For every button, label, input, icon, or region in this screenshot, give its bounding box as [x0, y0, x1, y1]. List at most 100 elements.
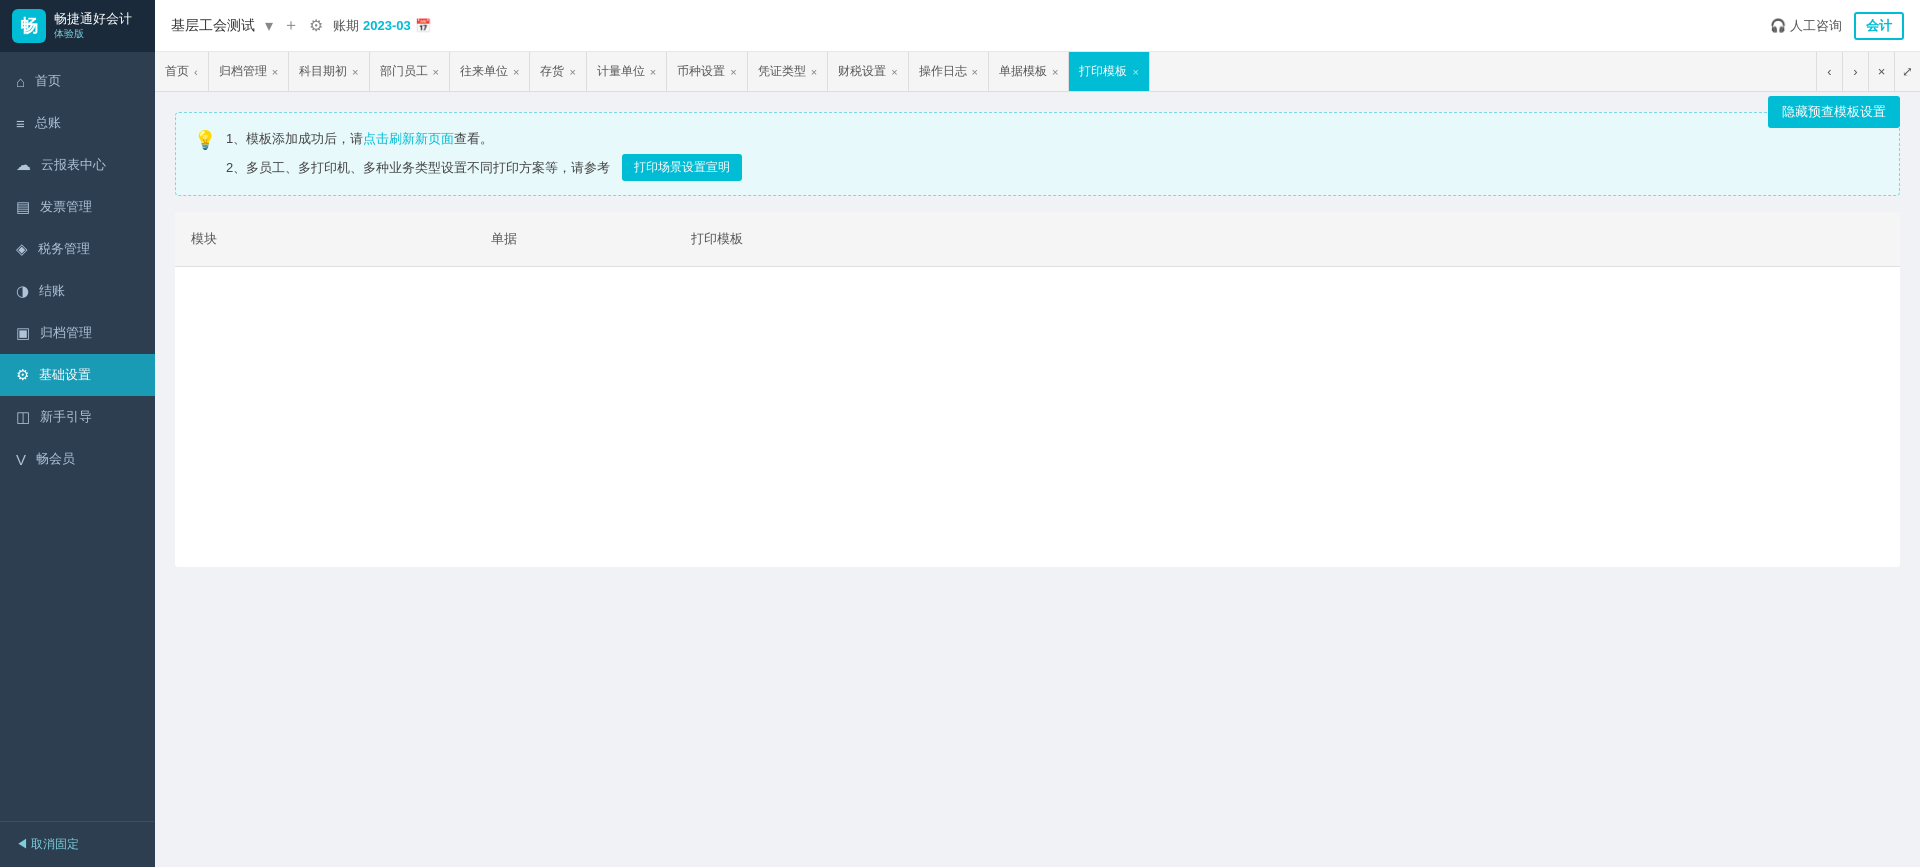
headset-icon: 🎧	[1770, 18, 1786, 33]
sidebar-item-tax[interactable]: ◈ 税务管理	[0, 228, 155, 270]
settings-gear-icon[interactable]: ⚙	[309, 16, 323, 35]
sidebar-item-guide[interactable]: ◫ 新手引导	[0, 396, 155, 438]
main-area: 基层工会测试 ▾ ＋ ⚙ 账期 2023-03 📅 🎧 人工咨询 会计 首页 ‹…	[155, 0, 1920, 867]
tab-dept-close[interactable]: ×	[433, 66, 439, 78]
tab-voucher-close[interactable]: ×	[811, 66, 817, 78]
sidebar-item-ledger[interactable]: ≡ 总账	[0, 102, 155, 144]
tab-partner-close[interactable]: ×	[513, 66, 519, 78]
account-button[interactable]: 会计	[1854, 12, 1904, 40]
tab-archive[interactable]: 归档管理 ×	[209, 52, 289, 92]
tab-nav-buttons: ‹ › × ⤢	[1816, 52, 1920, 92]
tab-archive-close[interactable]: ×	[272, 66, 278, 78]
tab-tax-settings[interactable]: 财税设置 ×	[828, 52, 908, 92]
logo-name: 畅捷通好会计	[54, 11, 132, 28]
refresh-link[interactable]: 点击刷新新页面	[363, 131, 454, 146]
sidebar-item-settings[interactable]: ⚙ 基础设置	[0, 354, 155, 396]
sidebar-item-label: 基础设置	[39, 366, 91, 384]
sidebar-item-label: 新手引导	[40, 408, 92, 426]
tab-unit[interactable]: 计量单位 ×	[587, 52, 667, 92]
sidebar-item-label: 云报表中心	[41, 156, 106, 174]
top-bar-right: 🎧 人工咨询 会计	[1770, 12, 1904, 40]
tab-inventory-close[interactable]: ×	[569, 66, 575, 78]
template-table: 模块 单据 打印模板	[175, 212, 1900, 567]
sidebar-item-label: 总账	[35, 114, 61, 132]
sidebar-nav: ⌂ 首页 ≡ 总账 ☁ 云报表中心 ▤ 发票管理 ◈ 税务管理 ◑ 结账 ▣ 归…	[0, 52, 155, 821]
tab-voucher-type[interactable]: 凭证类型 ×	[748, 52, 828, 92]
info-box: 💡 1、模板添加成功后，请点击刷新新页面查看。 2、多员工、多打印机、多种业务类…	[175, 112, 1900, 196]
cloud-icon: ☁	[16, 156, 31, 174]
support-button[interactable]: 🎧 人工咨询	[1770, 17, 1842, 35]
tab-home-nav[interactable]: ‹	[194, 66, 198, 78]
settings-icon: ⚙	[16, 366, 29, 384]
home-icon: ⌂	[16, 73, 25, 90]
col-template: 打印模板	[675, 222, 1900, 256]
invoice-icon: ▤	[16, 198, 30, 216]
print-scene-button[interactable]: 打印场景设置宣明	[622, 154, 742, 181]
sidebar-item-archive[interactable]: ▣ 归档管理	[0, 312, 155, 354]
period-value: 2023-03	[363, 18, 411, 33]
tab-log-close[interactable]: ×	[972, 66, 978, 78]
tab-subjects-close[interactable]: ×	[352, 66, 358, 78]
tab-tax-close[interactable]: ×	[891, 66, 897, 78]
sidebar-item-invoice[interactable]: ▤ 发票管理	[0, 186, 155, 228]
top-bar: 基层工会测试 ▾ ＋ ⚙ 账期 2023-03 📅 🎧 人工咨询 会计	[155, 0, 1920, 52]
tab-subjects[interactable]: 科目期初 ×	[289, 52, 369, 92]
company-dropdown[interactable]: ▾	[265, 16, 273, 35]
hide-preview-settings-button[interactable]: 隐藏预查模板设置	[1768, 96, 1900, 128]
sidebar-item-label: 畅会员	[36, 450, 75, 468]
bulb-icon: 💡	[194, 129, 216, 151]
sidebar: 畅 畅捷通好会计 体验版 ⌂ 首页 ≡ 总账 ☁ 云报表中心 ▤ 发票管理 ◈ …	[0, 0, 155, 867]
sidebar-item-label: 发票管理	[40, 198, 92, 216]
sidebar-item-label: 首页	[35, 72, 61, 90]
sidebar-item-home[interactable]: ⌂ 首页	[0, 60, 155, 102]
tab-dept[interactable]: 部门员工 ×	[370, 52, 450, 92]
top-bar-left: 基层工会测试 ▾ ＋ ⚙ 账期 2023-03 📅	[171, 15, 431, 36]
tab-close-all-button[interactable]: ×	[1868, 52, 1894, 92]
template-settings-area: 隐藏预查模板设置	[1760, 92, 1900, 128]
period-label: 账期	[333, 17, 359, 35]
tab-single-template[interactable]: 单据模板 ×	[989, 52, 1069, 92]
tab-home[interactable]: 首页 ‹	[155, 52, 209, 92]
guide-icon: ◫	[16, 408, 30, 426]
tab-inventory[interactable]: 存货 ×	[530, 52, 586, 92]
tab-operation-log[interactable]: 操作日志 ×	[909, 52, 989, 92]
member-icon: V	[16, 451, 26, 468]
sidebar-item-settlement[interactable]: ◑ 结账	[0, 270, 155, 312]
tax-icon: ◈	[16, 240, 28, 258]
sidebar-item-label: 结账	[39, 282, 65, 300]
calendar-icon[interactable]: 📅	[415, 18, 431, 33]
info-text-block: 1、模板添加成功后，请点击刷新新页面查看。 2、多员工、多打印机、多种业务类型设…	[226, 127, 742, 181]
archive-icon: ▣	[16, 324, 30, 342]
sidebar-item-member[interactable]: V 畅会员	[0, 438, 155, 480]
tab-fullscreen-button[interactable]: ⤢	[1894, 52, 1920, 92]
add-button[interactable]: ＋	[283, 15, 299, 36]
sidebar-item-label: 归档管理	[40, 324, 92, 342]
content-area: 隐藏预查模板设置 💡 1、模板添加成功后，请点击刷新新页面查看。 2、多员工、多…	[155, 92, 1920, 867]
info-line-2: 2、多员工、多打印机、多种业务类型设置不同打印方案等，请参考 打印场景设置宣明	[226, 154, 742, 181]
period-badge: 账期 2023-03 📅	[333, 17, 431, 35]
tab-print-template[interactable]: 打印模板 ×	[1069, 52, 1149, 92]
col-module: 模块	[175, 222, 475, 256]
tab-single-close[interactable]: ×	[1052, 66, 1058, 78]
tab-unit-close[interactable]: ×	[650, 66, 656, 78]
sidebar-item-label: 税务管理	[38, 240, 90, 258]
settlement-icon: ◑	[16, 282, 29, 300]
tab-print-close[interactable]: ×	[1132, 66, 1138, 78]
tab-currency[interactable]: 币种设置 ×	[667, 52, 747, 92]
tab-prev-button[interactable]: ‹	[1816, 52, 1842, 92]
logo-sub: 体验版	[54, 27, 132, 41]
sidebar-item-reports[interactable]: ☁ 云报表中心	[0, 144, 155, 186]
tab-currency-close[interactable]: ×	[730, 66, 736, 78]
tab-bar: 首页 ‹ 归档管理 × 科目期初 × 部门员工 × 往来单位 × 存货 × 计量…	[155, 52, 1920, 92]
table-header: 模块 单据 打印模板	[175, 212, 1900, 267]
company-name: 基层工会测试	[171, 17, 255, 35]
sidebar-unpin[interactable]: ◀ 取消固定	[0, 821, 155, 867]
sidebar-logo: 畅 畅捷通好会计 体验版	[0, 0, 155, 52]
tab-partner[interactable]: 往来单位 ×	[450, 52, 530, 92]
tab-next-button[interactable]: ›	[1842, 52, 1868, 92]
logo-icon: 畅	[12, 9, 46, 43]
col-doc: 单据	[475, 222, 675, 256]
table-body	[175, 267, 1900, 567]
info-line-1: 1、模板添加成功后，请点击刷新新页面查看。	[226, 127, 742, 150]
ledger-icon: ≡	[16, 115, 25, 132]
